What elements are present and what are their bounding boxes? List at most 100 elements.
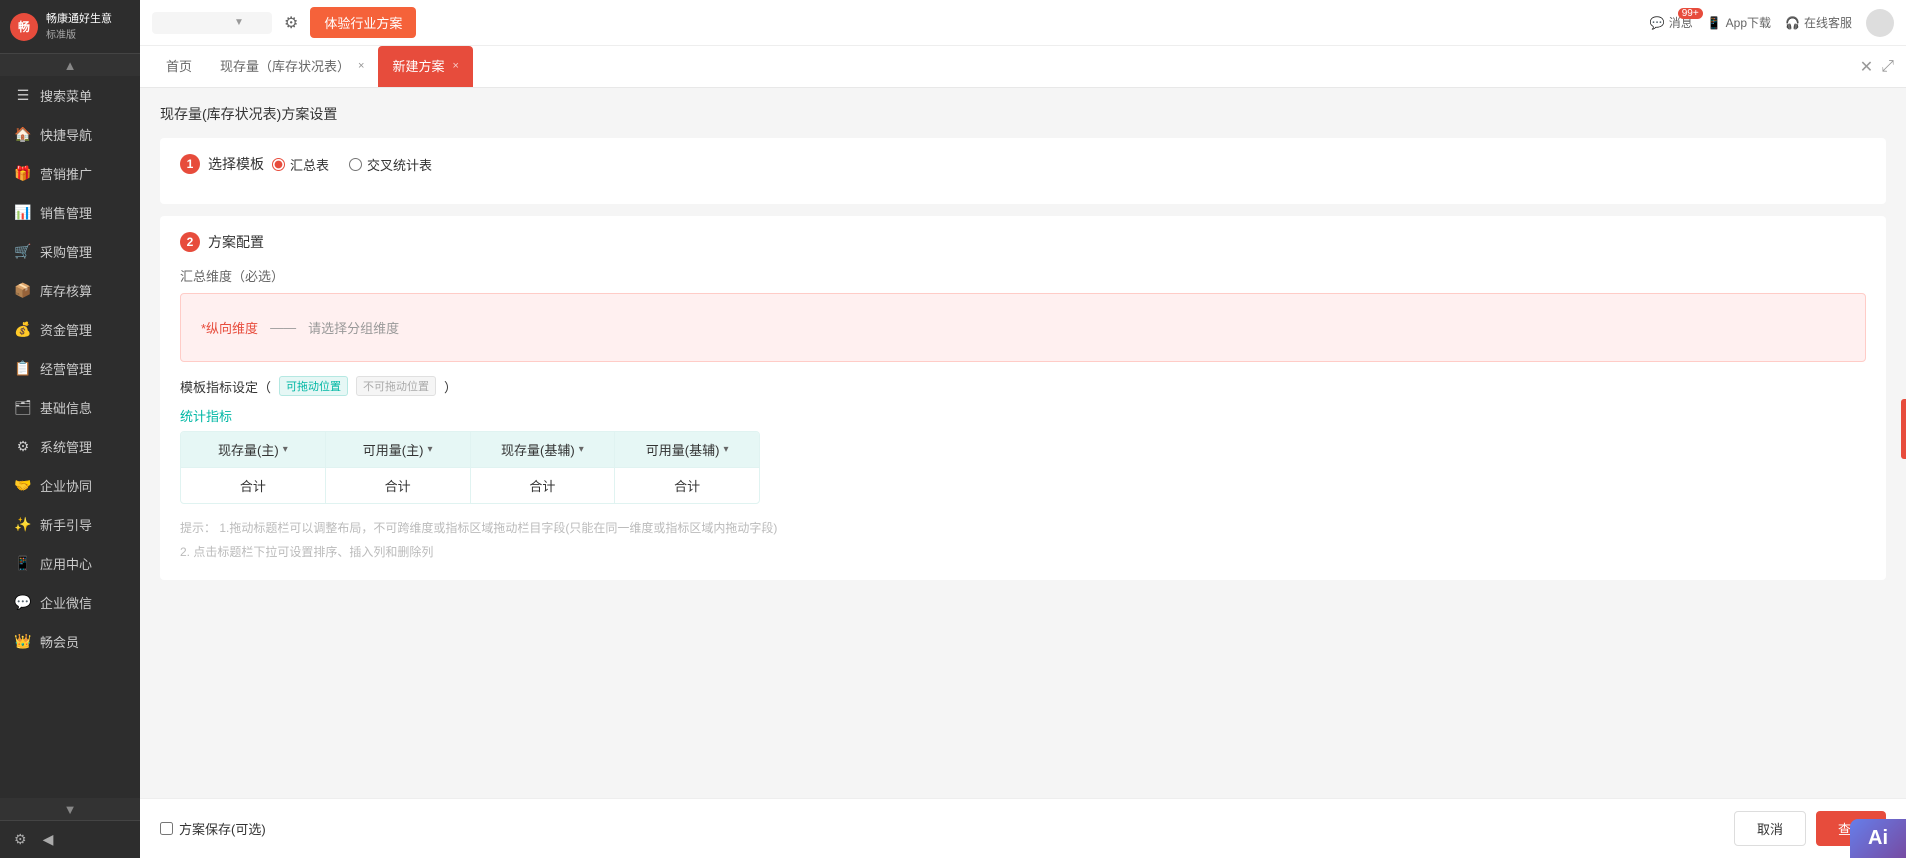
sidebar-item-member[interactable]: 👑 畅会员 [0,622,140,661]
tab-inventory-status[interactable]: 现存量（库存状况表） × [206,46,378,87]
sidebar-item-inventory[interactable]: 📦 库存核算 [0,271,140,310]
col-arrow-3[interactable]: ▾ [723,444,728,455]
window-expand-btn[interactable]: ⤢ [1881,58,1894,76]
sidebar-item-wechat[interactable]: 💬 企业微信 [0,583,140,622]
sidebar-item-operation[interactable]: 📋 经营管理 [0,349,140,388]
col-arrow-1[interactable]: ▾ [427,444,432,455]
section-choose-template: 1 选择模板 汇总表 交叉统计表 [160,138,1886,204]
messages-item[interactable]: 💬 消息 99+ [1650,14,1693,31]
search-input[interactable] [160,16,230,30]
tabs-bar-right: ✕ ⤢ [1860,57,1894,77]
radio-summary-label: 汇总表 [290,155,329,174]
table-row: 合计 合计 合计 合计 [181,468,759,503]
col-label-0: 现存量(主) [218,440,279,459]
sidebar-item-label: 销售管理 [40,203,92,222]
cell-0-2: 合计 [471,468,616,503]
section2-header: 2 方案配置 [180,232,1866,252]
sidebar-item-search-menu[interactable]: ☰ 搜索菜单 [0,76,140,115]
tab-new-plan[interactable]: 新建方案 × [378,46,472,87]
indicators-suffix: ） [444,377,457,396]
col-arrow-2[interactable]: ▾ [579,444,584,455]
sidebar: 畅 畅康通好生意 标准版 ▲ ☰ 搜索菜单 🏠 快捷导航 🎁 营销推广 📊 销售… [0,0,140,858]
topbar: ▼ ⚙ 体验行业方案 💬 消息 99+ 📱 App下载 🎧 在线客服 [140,0,1906,46]
search-dropdown-icon[interactable]: ▼ [234,17,244,28]
save-label: 方案保存(可选) [179,819,266,838]
radio-cross-input[interactable] [349,158,362,171]
online-service-item[interactable]: 🎧 在线客服 [1785,14,1852,31]
ai-badge[interactable]: Ai [1850,819,1906,858]
tab-home[interactable]: 首页 [152,46,206,87]
radio-cross[interactable]: 交叉统计表 [349,155,432,174]
radio-summary[interactable]: 汇总表 [272,155,329,174]
sidebar-item-finance[interactable]: 💰 资金管理 [0,310,140,349]
gift-icon: 🎁 [14,165,32,183]
tab-inventory-label: 现存量（库存状况表） [220,56,350,75]
resize-handle[interactable] [1901,399,1906,459]
col-arrow-0[interactable]: ▾ [283,444,288,455]
sidebar-item-label: 搜索菜单 [40,86,92,105]
sidebar-bottom: ⚙ ◀ [0,820,140,858]
cancel-button[interactable]: 取消 [1734,811,1806,846]
tabs-bar: 首页 现存量（库存状况表） × 新建方案 × ✕ ⤢ [140,46,1906,88]
logo-text: 畅康通好生意 标准版 [46,12,112,41]
sidebar-item-label: 营销推广 [40,164,92,183]
sidebar-item-label: 快捷导航 [40,125,92,144]
tips-title-text: 提示： [180,521,216,535]
sidebar-item-app-center[interactable]: 📱 应用中心 [0,544,140,583]
user-avatar[interactable] [1866,9,1894,37]
sidebar-scroll-up[interactable]: ▲ [0,54,140,76]
chat-icon: 💬 [14,594,32,612]
dimension-placeholder: 请选择分组维度 [308,318,399,337]
cell-0-1: 合计 [326,468,471,503]
cell-0-0: 合计 [181,468,326,503]
sidebar-item-quick-nav[interactable]: 🏠 快捷导航 [0,115,140,154]
sound-icon[interactable]: ◀ [43,831,54,848]
topbar-search-box[interactable]: ▼ [152,12,272,34]
section2-title: 方案配置 [208,232,264,252]
sidebar-item-basic-info[interactable]: 🗂 基础信息 [0,388,140,427]
draggable-badge: 可拖动位置 [279,376,348,396]
sidebar-item-label: 新手引导 [40,515,92,534]
sidebar-item-label: 库存核算 [40,281,92,300]
col-header-1[interactable]: 可用量(主) ▾ [326,432,471,467]
home-icon: 🏠 [14,126,32,144]
sidebar-scroll-down[interactable]: ▼ [0,798,140,820]
chart-icon: 📊 [14,204,32,222]
dimension-area[interactable]: *纵向维度 —— 请选择分组维度 [180,293,1866,362]
topbar-right: 💬 消息 99+ 📱 App下载 🎧 在线客服 [1650,9,1894,37]
window-close-btn[interactable]: ✕ [1860,57,1873,77]
sidebar-item-purchase[interactable]: 🛒 采购管理 [0,232,140,271]
radio-summary-input[interactable] [272,158,285,171]
logo-icon: 畅 [10,13,38,41]
content-area: 现存量(库存状况表)方案设置 1 选择模板 汇总表 交叉统计表 [140,88,1906,798]
section2-num: 2 [180,232,200,252]
save-checkbox-label[interactable]: 方案保存(可选) [160,819,266,838]
col-header-2[interactable]: 现存量(基辅) ▾ [471,432,616,467]
tab-inventory-close[interactable]: × [358,60,364,72]
section1-title: 选择模板 [208,154,264,174]
col-label-1: 可用量(主) [363,440,424,459]
sidebar-item-label: 企业微信 [40,593,92,612]
sidebar-item-system[interactable]: ⚙ 系统管理 [0,427,140,466]
app-download-item[interactable]: 📱 App下载 [1707,14,1771,31]
money-icon: 💰 [14,321,32,339]
col-header-0[interactable]: 现存量(主) ▾ [181,432,326,467]
tab-new-plan-close[interactable]: × [452,60,458,72]
tab-new-plan-label: 新建方案 [392,56,444,75]
topbar-gear-icon[interactable]: ⚙ [280,13,302,33]
main-area: ▼ ⚙ 体验行业方案 💬 消息 99+ 📱 App下载 🎧 在线客服 首页 [140,0,1906,858]
sidebar-item-marketing[interactable]: 🎁 营销推广 [0,154,140,193]
sidebar-item-cooperation[interactable]: 🤝 企业协同 [0,466,140,505]
sidebar-item-label: 应用中心 [40,554,92,573]
sidebar-item-label: 系统管理 [40,437,92,456]
message-icon: 💬 [1650,16,1665,30]
sidebar-item-new-guide[interactable]: ✨ 新手引导 [0,505,140,544]
trial-btn[interactable]: 体验行业方案 [310,7,416,38]
settings-icon[interactable]: ⚙ [14,831,27,848]
sidebar-item-label: 基础信息 [40,398,92,417]
sidebar-item-sales[interactable]: 📊 销售管理 [0,193,140,232]
col-header-3[interactable]: 可用量(基辅) ▾ [615,432,759,467]
indicators-setting-label: 模板指标设定（ 可拖动位置 不可拖动位置 ） [180,376,1866,396]
radio-cross-label: 交叉统计表 [367,155,432,174]
save-checkbox-input[interactable] [160,822,173,835]
